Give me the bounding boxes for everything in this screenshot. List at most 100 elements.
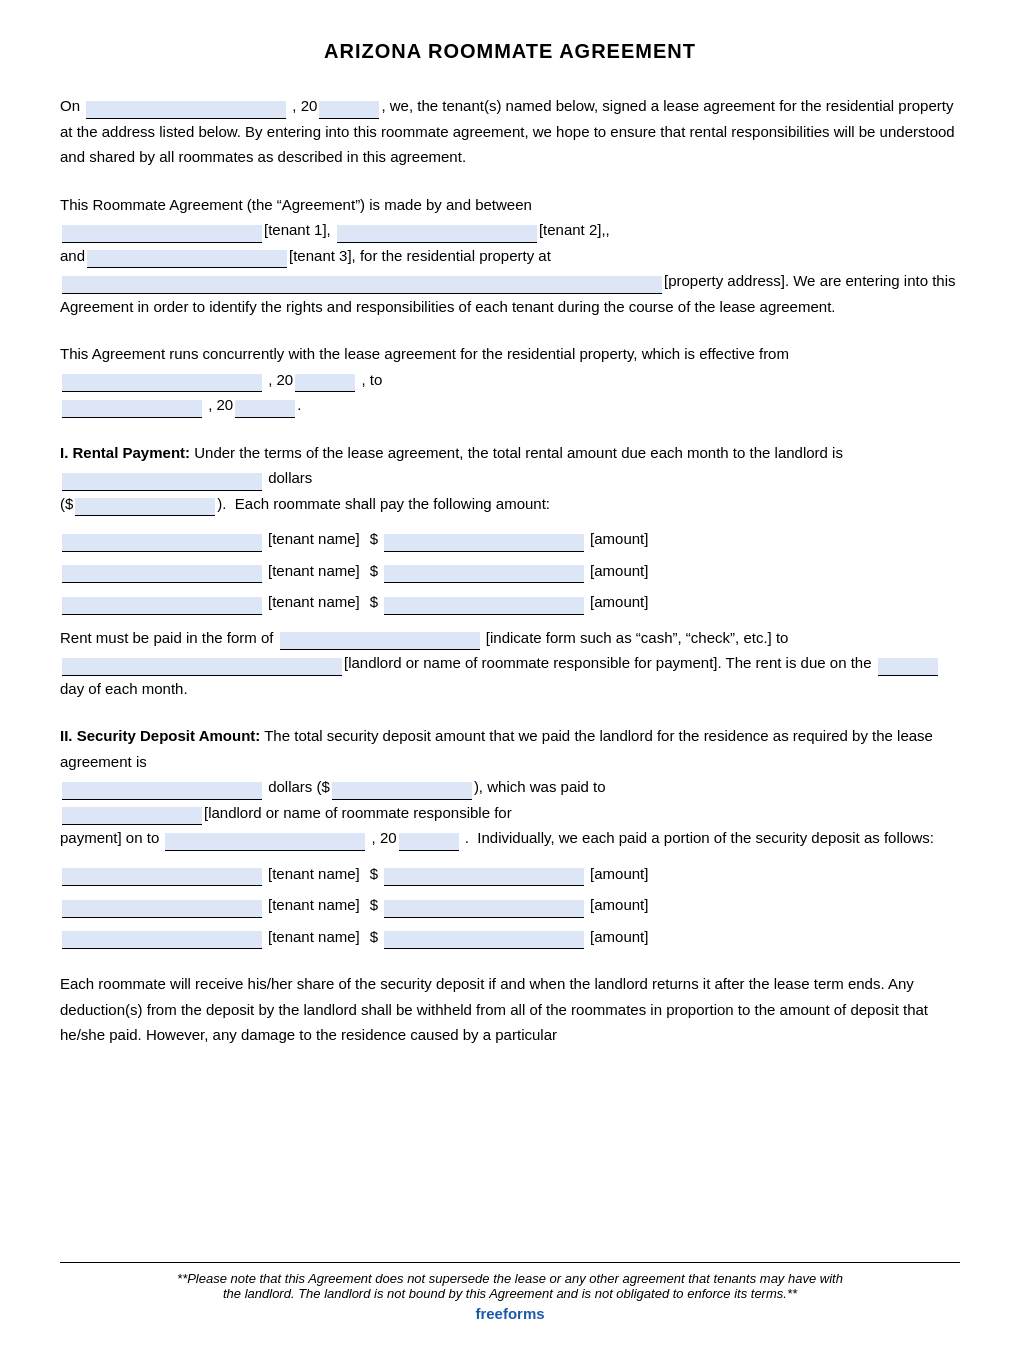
tenant1-label: [tenant 1], — [264, 221, 331, 238]
rental-payment-table: [tenant name] $ [amount] [tenant name] $… — [60, 526, 960, 615]
deposit-amount3-field[interactable] — [384, 931, 584, 949]
year-suffix-1: , 20 — [292, 97, 317, 114]
section1-heading: I. Rental Payment: — [60, 444, 190, 461]
deposit-payment-date-field[interactable] — [165, 833, 365, 851]
paragraph-3: This Agreement runs concurrently with th… — [60, 341, 960, 418]
para3-year1: , 20 — [268, 371, 293, 388]
section1-dollar-sign: ($ — [60, 495, 73, 512]
rental-amount1-label: [amount] — [590, 526, 648, 552]
tenant2-label: [tenant 2],, — [539, 221, 610, 238]
property-field[interactable] — [62, 276, 662, 294]
deposit-row-3-name: [tenant name] — [60, 924, 360, 950]
section2-year: , 20 — [372, 829, 397, 846]
rental-row-1-amount: $ [amount] — [370, 526, 649, 552]
date-field-1[interactable] — [86, 101, 286, 119]
rental-amount1-field[interactable] — [384, 534, 584, 552]
rental-row-2-amount: $ [amount] — [370, 558, 649, 584]
rental-tenant1-name-field[interactable] — [62, 534, 262, 552]
section2-landlord: [landlord or name of roommate responsibl… — [204, 804, 512, 821]
rental-row-1-name: [tenant name] — [60, 526, 360, 552]
document-title: ARIZONA ROOMMATE AGREEMENT — [60, 40, 960, 63]
rental-amount2-label: [amount] — [590, 558, 648, 584]
deposit-row-1-amount: $ [amount] — [370, 861, 649, 887]
para2-intro: This Roommate Agreement (the “Agreement”… — [60, 196, 532, 213]
payment-form-field[interactable] — [280, 632, 480, 650]
section1-text1: Under the terms of the lease agreement, … — [194, 444, 843, 461]
deposit-tenant1-label: [tenant name] — [268, 861, 360, 887]
due-day-field[interactable] — [878, 658, 938, 676]
rental-tenant1-label: [tenant name] — [268, 526, 360, 552]
rental-dollar-1: $ — [370, 526, 378, 552]
tenant3-field[interactable] — [87, 250, 287, 268]
rental-tenant3-label: [tenant name] — [268, 589, 360, 615]
deposit-tenant2-name-field[interactable] — [62, 900, 262, 918]
deposit-row-1-name: [tenant name] — [60, 861, 360, 887]
rental-tenant2-label: [tenant name] — [268, 558, 360, 584]
section1-text2: ). Each roommate shall pay the following… — [217, 495, 550, 512]
tenant1-field[interactable] — [62, 225, 262, 243]
section2-text2: ), which was paid to — [474, 778, 606, 795]
deposit-tenant3-name-field[interactable] — [62, 931, 262, 949]
section-security-deposit: II. Security Deposit Amount: The total s… — [60, 723, 960, 949]
security-deposit-table: [tenant name] $ [amount] [tenant name] $… — [60, 861, 960, 950]
footer-line1: **Please note that this Agreement does n… — [60, 1271, 960, 1286]
section-rental-payment: I. Rental Payment: Under the terms of th… — [60, 440, 960, 702]
table-row: [tenant name] $ [amount] — [60, 924, 960, 950]
deposit-dollar-3: $ — [370, 924, 378, 950]
deposit-row-3-amount: $ [amount] — [370, 924, 649, 950]
year3-field-1[interactable] — [295, 374, 355, 392]
landlord-name-field[interactable] — [62, 658, 342, 676]
deposit-tenant2-label: [tenant name] — [268, 892, 360, 918]
section1-dollars: dollars — [268, 469, 312, 486]
rental-row-3-amount: $ [amount] — [370, 589, 649, 615]
para3-period: . — [297, 396, 301, 413]
end-date-field[interactable] — [62, 400, 202, 418]
year3-field-2[interactable] — [235, 400, 295, 418]
section1-indicate: [indicate form such as “cash”, “check”, … — [486, 629, 789, 646]
rental-amount2-field[interactable] — [384, 565, 584, 583]
rental-amount3-label: [amount] — [590, 589, 648, 615]
table-row: [tenant name] $ [amount] — [60, 892, 960, 918]
deposit-row-2-amount: $ [amount] — [370, 892, 649, 918]
table-row: [tenant name] $ [amount] — [60, 558, 960, 584]
section2-dollars: dollars ($ — [268, 778, 330, 795]
deposit-amount1-label: [amount] — [590, 861, 648, 887]
deposit-row-2-name: [tenant name] — [60, 892, 360, 918]
deposit-amount1-field[interactable] — [384, 868, 584, 886]
brand-label: freeforms — [60, 1305, 960, 1322]
section2-text3: . Individually, we each paid a portion o… — [465, 829, 934, 846]
deposit-year-field[interactable] — [399, 833, 459, 851]
deposit-landlord-field[interactable] — [62, 807, 202, 825]
rental-row-2-name: [tenant name] — [60, 558, 360, 584]
and-label: and — [60, 247, 85, 264]
rental-dollar-3: $ — [370, 589, 378, 615]
table-row: [tenant name] $ [amount] — [60, 589, 960, 615]
deposit-amount2-field[interactable] — [384, 900, 584, 918]
tenant2-field[interactable] — [337, 225, 537, 243]
effective-date-field[interactable] — [62, 374, 262, 392]
rental-row-3-name: [tenant name] — [60, 589, 360, 615]
table-row: [tenant name] $ [amount] — [60, 526, 960, 552]
footer: **Please note that this Agreement does n… — [60, 1262, 960, 1322]
para3-year2: , 20 — [208, 396, 233, 413]
rental-dollar-2: $ — [370, 558, 378, 584]
rental-amount3-field[interactable] — [384, 597, 584, 615]
rental-amount-dollars-field[interactable] — [75, 498, 215, 516]
footer-line2: the landlord. The landlord is not bound … — [60, 1286, 960, 1301]
rental-amount-field[interactable] — [62, 473, 262, 491]
deposit-dollar-2: $ — [370, 892, 378, 918]
rental-tenant3-name-field[interactable] — [62, 597, 262, 615]
section2-heading: II. Security Deposit Amount: — [60, 727, 260, 744]
deposit-tenant1-name-field[interactable] — [62, 868, 262, 886]
deposit-dollar-1: $ — [370, 861, 378, 887]
on-label: On — [60, 97, 80, 114]
table-row: [tenant name] $ [amount] — [60, 861, 960, 887]
deposit-amount3-label: [amount] — [590, 924, 648, 950]
tenant3-label: [tenant 3], for the residential property… — [289, 247, 551, 264]
section1-text3: Rent must be paid in the form of — [60, 629, 273, 646]
deposit-amount-num-field[interactable] — [332, 782, 472, 800]
deposit-amount-words-field[interactable] — [62, 782, 262, 800]
rental-tenant2-name-field[interactable] — [62, 565, 262, 583]
year-field-1[interactable] — [319, 101, 379, 119]
deposit-amount2-label: [amount] — [590, 892, 648, 918]
